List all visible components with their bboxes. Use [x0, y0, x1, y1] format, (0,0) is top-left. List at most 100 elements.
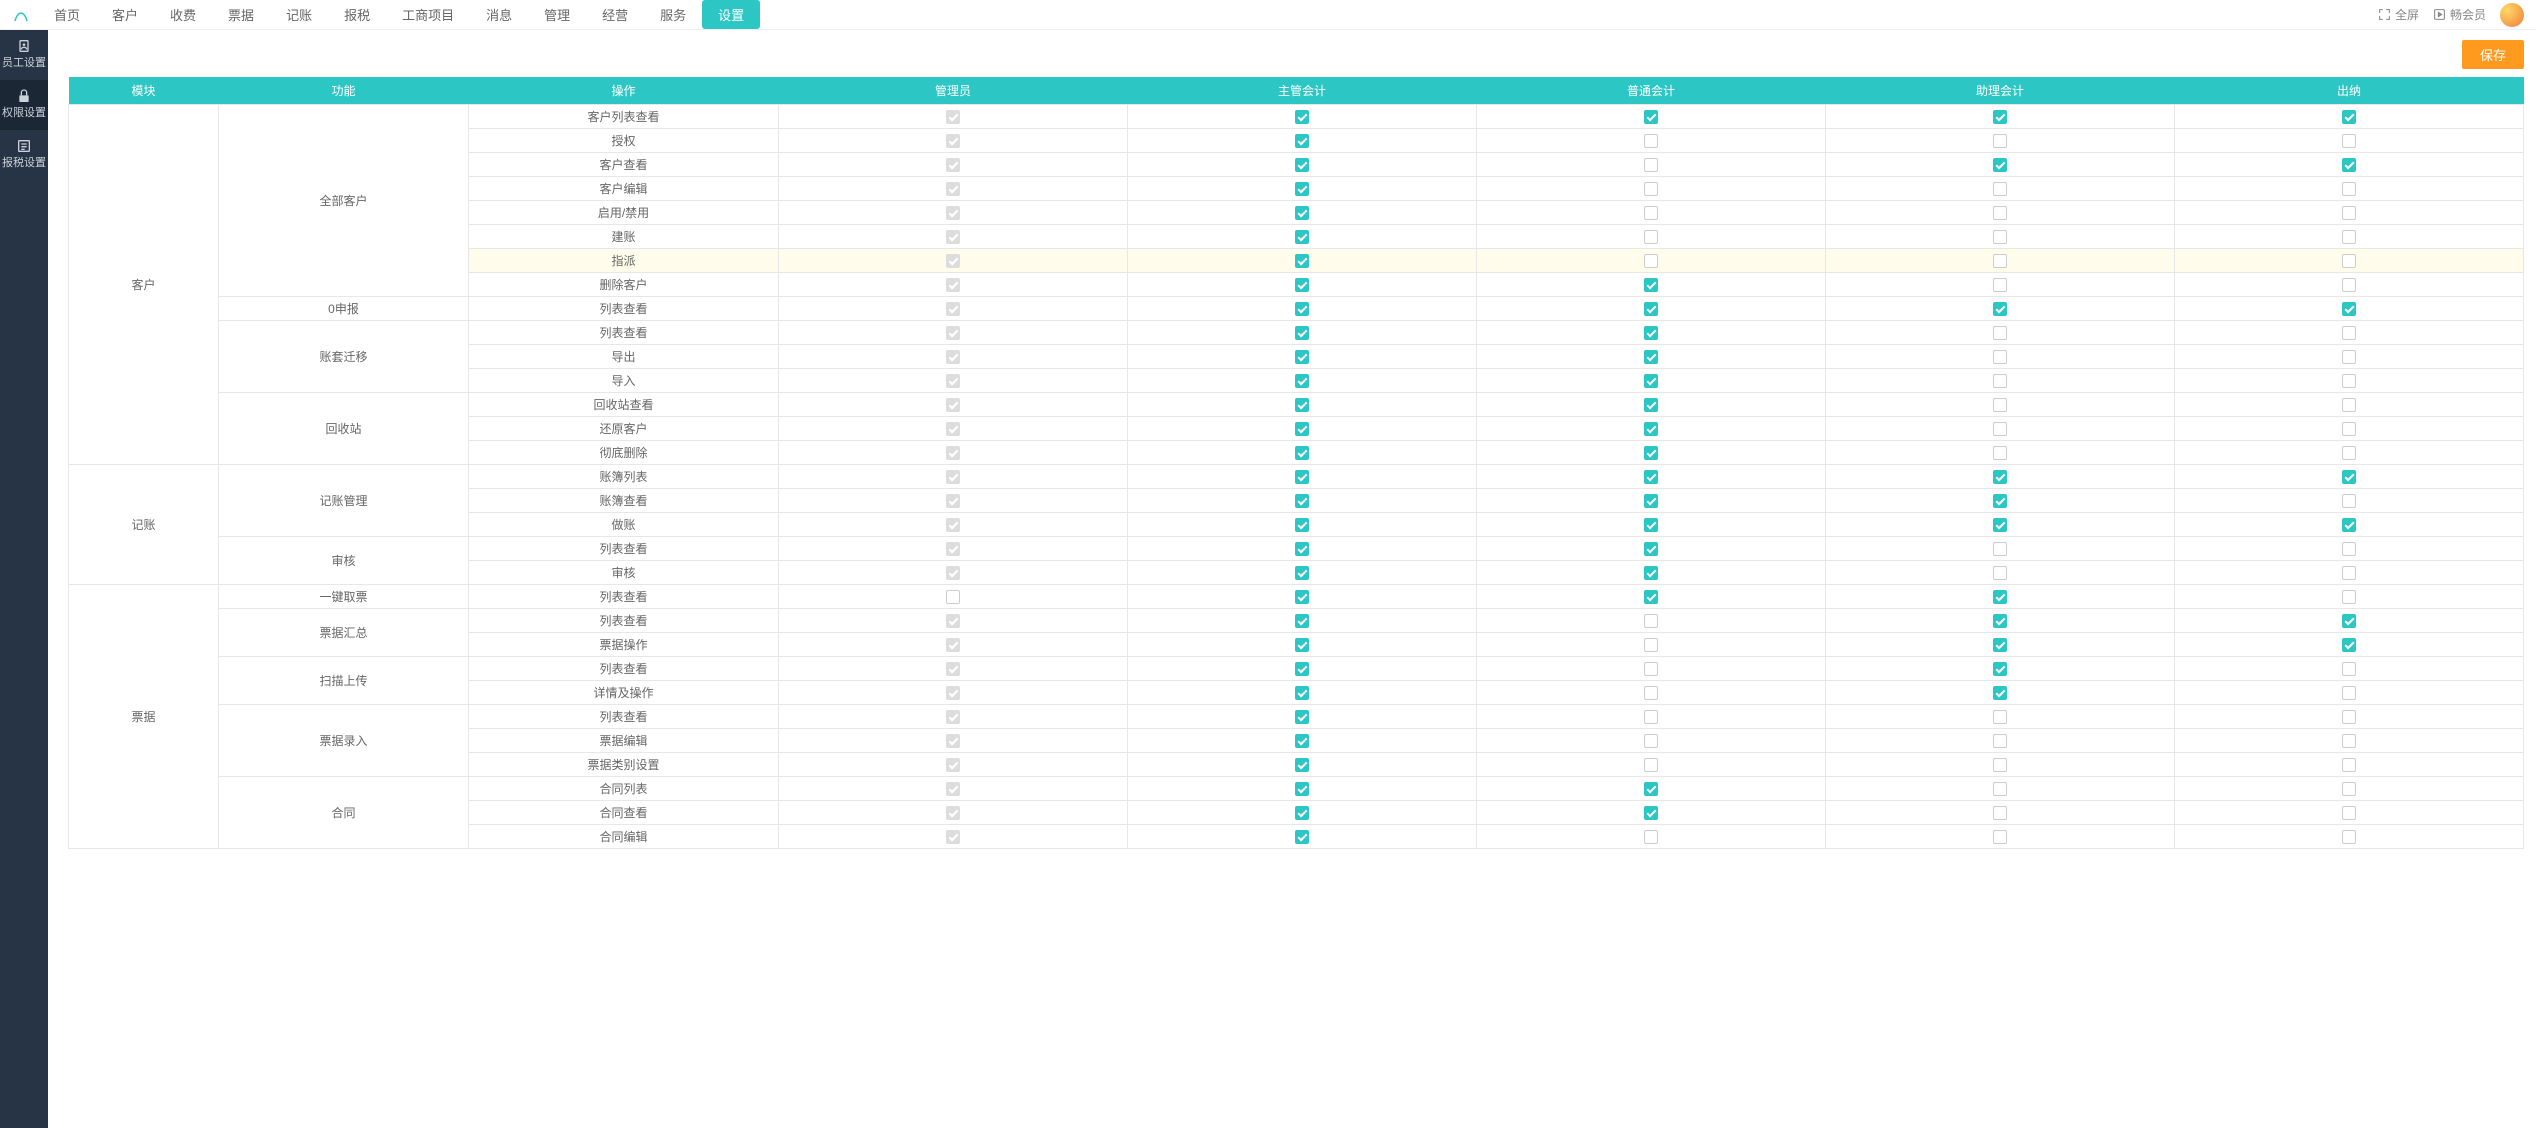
- perm-checkbox-r21-c1[interactable]: [1295, 614, 1309, 628]
- perm-checkbox-r8-c2[interactable]: [1644, 302, 1658, 316]
- perm-checkbox-r22-c4[interactable]: [2342, 638, 2356, 652]
- perm-checkbox-r10-c1[interactable]: [1295, 350, 1309, 364]
- perm-checkbox-r18-c4[interactable]: [2342, 542, 2356, 556]
- perm-checkbox-r19-c4[interactable]: [2342, 566, 2356, 580]
- perm-checkbox-r11-c4[interactable]: [2342, 374, 2356, 388]
- perm-checkbox-r23-c4[interactable]: [2342, 662, 2356, 676]
- perm-checkbox-r4-c3[interactable]: [1993, 206, 2007, 220]
- perm-checkbox-r1-c3[interactable]: [1993, 134, 2007, 148]
- member-button[interactable]: 畅会员: [2433, 6, 2486, 23]
- avatar[interactable]: [2500, 3, 2524, 27]
- perm-checkbox-r2-c1[interactable]: [1295, 158, 1309, 172]
- perm-checkbox-r20-c2[interactable]: [1644, 590, 1658, 604]
- perm-checkbox-r25-c4[interactable]: [2342, 710, 2356, 724]
- perm-checkbox-r8-c4[interactable]: [2342, 302, 2356, 316]
- perm-checkbox-r9-c1[interactable]: [1295, 326, 1309, 340]
- perm-checkbox-r20-c0[interactable]: [946, 590, 960, 604]
- perm-checkbox-r18-c1[interactable]: [1295, 542, 1309, 556]
- perm-checkbox-r29-c4[interactable]: [2342, 806, 2356, 820]
- perm-checkbox-r14-c4[interactable]: [2342, 446, 2356, 460]
- perm-checkbox-r28-c1[interactable]: [1295, 782, 1309, 796]
- perm-checkbox-r9-c4[interactable]: [2342, 326, 2356, 340]
- nav-item-3[interactable]: 票据: [212, 0, 270, 29]
- perm-checkbox-r19-c3[interactable]: [1993, 566, 2007, 580]
- perm-checkbox-r13-c4[interactable]: [2342, 422, 2356, 436]
- perm-checkbox-r15-c3[interactable]: [1993, 470, 2007, 484]
- perm-checkbox-r27-c1[interactable]: [1295, 758, 1309, 772]
- perm-checkbox-r12-c3[interactable]: [1993, 398, 2007, 412]
- perm-checkbox-r0-c2[interactable]: [1644, 110, 1658, 124]
- nav-item-9[interactable]: 经营: [586, 0, 644, 29]
- perm-checkbox-r0-c3[interactable]: [1993, 110, 2007, 124]
- perm-checkbox-r19-c2[interactable]: [1644, 566, 1658, 580]
- nav-item-4[interactable]: 记账: [270, 0, 328, 29]
- perm-checkbox-r6-c3[interactable]: [1993, 254, 2007, 268]
- perm-checkbox-r14-c1[interactable]: [1295, 446, 1309, 460]
- perm-checkbox-r3-c3[interactable]: [1993, 182, 2007, 196]
- perm-checkbox-r15-c1[interactable]: [1295, 470, 1309, 484]
- perm-checkbox-r5-c2[interactable]: [1644, 230, 1658, 244]
- perm-checkbox-r15-c4[interactable]: [2342, 470, 2356, 484]
- perm-checkbox-r10-c4[interactable]: [2342, 350, 2356, 364]
- nav-item-11[interactable]: 设置: [702, 0, 760, 29]
- perm-checkbox-r26-c1[interactable]: [1295, 734, 1309, 748]
- perm-checkbox-r28-c3[interactable]: [1993, 782, 2007, 796]
- perm-checkbox-r23-c3[interactable]: [1993, 662, 2007, 676]
- sidebar-item-lock[interactable]: 权限设置: [0, 80, 48, 130]
- perm-checkbox-r21-c3[interactable]: [1993, 614, 2007, 628]
- perm-checkbox-r17-c4[interactable]: [2342, 518, 2356, 532]
- perm-checkbox-r4-c1[interactable]: [1295, 206, 1309, 220]
- perm-checkbox-r1-c1[interactable]: [1295, 134, 1309, 148]
- perm-checkbox-r14-c2[interactable]: [1644, 446, 1658, 460]
- perm-checkbox-r7-c4[interactable]: [2342, 278, 2356, 292]
- perm-checkbox-r29-c1[interactable]: [1295, 806, 1309, 820]
- nav-item-8[interactable]: 管理: [528, 0, 586, 29]
- perm-checkbox-r10-c3[interactable]: [1993, 350, 2007, 364]
- perm-checkbox-r11-c1[interactable]: [1295, 374, 1309, 388]
- perm-checkbox-r29-c3[interactable]: [1993, 806, 2007, 820]
- perm-checkbox-r2-c3[interactable]: [1993, 158, 2007, 172]
- perm-checkbox-r12-c2[interactable]: [1644, 398, 1658, 412]
- perm-checkbox-r25-c2[interactable]: [1644, 710, 1658, 724]
- perm-checkbox-r25-c3[interactable]: [1993, 710, 2007, 724]
- perm-checkbox-r30-c1[interactable]: [1295, 830, 1309, 844]
- perm-checkbox-r27-c4[interactable]: [2342, 758, 2356, 772]
- perm-checkbox-r8-c1[interactable]: [1295, 302, 1309, 316]
- perm-checkbox-r21-c4[interactable]: [2342, 614, 2356, 628]
- perm-checkbox-r11-c2[interactable]: [1644, 374, 1658, 388]
- perm-checkbox-r8-c3[interactable]: [1993, 302, 2007, 316]
- perm-checkbox-r20-c4[interactable]: [2342, 590, 2356, 604]
- perm-checkbox-r7-c2[interactable]: [1644, 278, 1658, 292]
- perm-checkbox-r7-c3[interactable]: [1993, 278, 2007, 292]
- nav-item-7[interactable]: 消息: [470, 0, 528, 29]
- perm-checkbox-r6-c1[interactable]: [1295, 254, 1309, 268]
- perm-checkbox-r14-c3[interactable]: [1993, 446, 2007, 460]
- perm-checkbox-r28-c2[interactable]: [1644, 782, 1658, 796]
- perm-checkbox-r25-c1[interactable]: [1295, 710, 1309, 724]
- perm-checkbox-r16-c2[interactable]: [1644, 494, 1658, 508]
- perm-checkbox-r17-c2[interactable]: [1644, 518, 1658, 532]
- perm-checkbox-r27-c2[interactable]: [1644, 758, 1658, 772]
- perm-checkbox-r23-c2[interactable]: [1644, 662, 1658, 676]
- perm-checkbox-r24-c2[interactable]: [1644, 686, 1658, 700]
- perm-checkbox-r16-c3[interactable]: [1993, 494, 2007, 508]
- perm-checkbox-r1-c2[interactable]: [1644, 134, 1658, 148]
- perm-checkbox-r12-c4[interactable]: [2342, 398, 2356, 412]
- perm-checkbox-r3-c2[interactable]: [1644, 182, 1658, 196]
- perm-checkbox-r0-c1[interactable]: [1295, 110, 1309, 124]
- perm-checkbox-r4-c4[interactable]: [2342, 206, 2356, 220]
- perm-checkbox-r6-c2[interactable]: [1644, 254, 1658, 268]
- perm-checkbox-r29-c2[interactable]: [1644, 806, 1658, 820]
- perm-checkbox-r22-c3[interactable]: [1993, 638, 2007, 652]
- perm-checkbox-r4-c2[interactable]: [1644, 206, 1658, 220]
- perm-checkbox-r24-c4[interactable]: [2342, 686, 2356, 700]
- perm-checkbox-r18-c2[interactable]: [1644, 542, 1658, 556]
- perm-checkbox-r24-c3[interactable]: [1993, 686, 2007, 700]
- perm-checkbox-r28-c4[interactable]: [2342, 782, 2356, 796]
- perm-checkbox-r26-c3[interactable]: [1993, 734, 2007, 748]
- sidebar-item-staff[interactable]: 员工设置: [0, 30, 48, 80]
- fullscreen-button[interactable]: 全屏: [2378, 6, 2419, 23]
- perm-checkbox-r0-c4[interactable]: [2342, 110, 2356, 124]
- perm-checkbox-r17-c1[interactable]: [1295, 518, 1309, 532]
- save-button[interactable]: 保存: [2462, 40, 2524, 69]
